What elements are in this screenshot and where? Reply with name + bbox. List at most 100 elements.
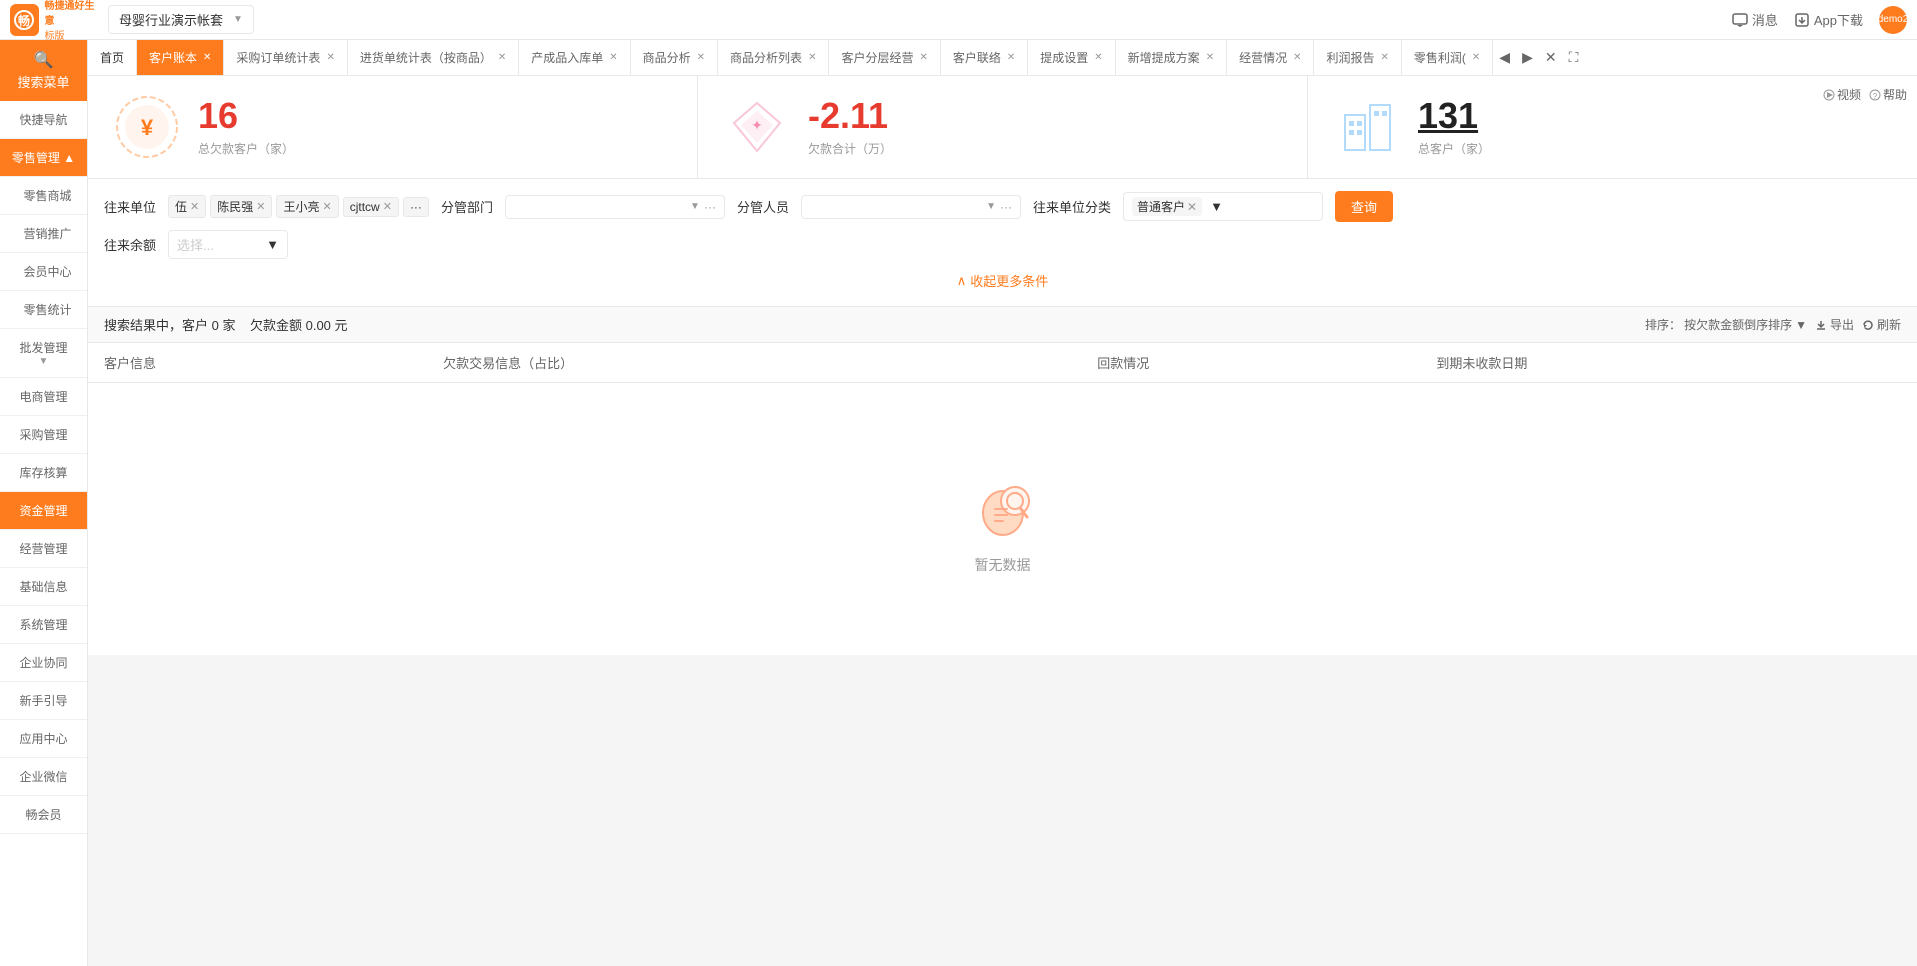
tab-product-analysis[interactable]: 商品分析 ✕ — [631, 40, 718, 76]
main-content: ¥ 16 总欠款客户（家） — [88, 76, 1917, 966]
tab-close-tips-settings[interactable]: ✕ — [1094, 52, 1102, 63]
sidebar-item-operations-mgmt[interactable]: 经营管理 — [0, 530, 87, 568]
query-button[interactable]: 查询 — [1335, 191, 1393, 222]
filter-row-1: 往来单位 伍 ✕ 陈民强 ✕ 王小亮 — [104, 191, 1901, 222]
sidebar-item-app-center[interactable]: 应用中心 — [0, 720, 87, 758]
tab-home[interactable]: 首页 — [88, 40, 137, 76]
filter-unit-tags: 伍 ✕ 陈民强 ✕ 王小亮 ✕ — [168, 195, 429, 218]
remainder-select[interactable]: 选择... ▼ — [168, 230, 288, 259]
unit-class-label: 往来单位分类 — [1033, 197, 1111, 216]
tab-close-operations-status[interactable]: ✕ — [1293, 52, 1301, 63]
message-button[interactable]: 消息 — [1732, 10, 1778, 29]
collapse-button[interactable]: ∧ 收起更多条件 — [104, 267, 1901, 294]
sidebar-item-enterprise-wechat[interactable]: 企业微信 — [0, 758, 87, 796]
sort-control[interactable]: 排序： 按欠款金额倒序排序 ▼ — [1645, 316, 1807, 333]
tab-product-analysis-list[interactable]: 商品分析列表 ✕ — [718, 40, 829, 76]
remove-tag-wang[interactable]: ✕ — [323, 200, 332, 213]
sidebar-search[interactable]: 🔍 搜索菜单 — [0, 40, 87, 101]
sidebar-item-member-center[interactable]: 会员中心 — [0, 253, 87, 291]
col-payment-status: 回款情况 — [1081, 343, 1420, 383]
tab-retail-profit[interactable]: 零售利润( ✕ — [1402, 40, 1493, 76]
tab-profit-report[interactable]: 利润报告 ✕ — [1314, 40, 1401, 76]
tab-product-entry[interactable]: 产成品入库单 ✕ — [519, 40, 630, 76]
sidebar-item-system-mgmt[interactable]: 系统管理 — [0, 606, 87, 644]
person-select-more[interactable]: ··· — [1000, 200, 1012, 214]
sidebar-item-retail-stats[interactable]: 零售统计 — [0, 291, 87, 329]
stat-card-credit-customers: ¥ 16 总欠款客户（家） — [88, 76, 698, 178]
sidebar-item-ecommerce-mgmt[interactable]: 电商管理 — [0, 378, 87, 416]
tab-close-purchase-order-stats[interactable]: ✕ — [326, 52, 334, 63]
tab-close-customer-contacts[interactable]: ✕ — [1007, 52, 1015, 63]
export-button[interactable]: 导出 — [1815, 316, 1854, 333]
person-select[interactable]: ▼ ··· — [801, 195, 1021, 219]
retail-mgmt-arrow: ▲ — [63, 151, 75, 165]
sort-arrow: ▼ — [1795, 318, 1807, 332]
stat-card-actions: 视频 ? 帮助 — [1823, 86, 1907, 103]
sidebar: 🔍 搜索菜单 快捷导航 零售管理 ▲ 零售商城 营销推广 会员中心 零售统计 — [0, 40, 88, 966]
sidebar-item-quick-nav[interactable]: 快捷导航 — [0, 101, 87, 139]
dept-select[interactable]: ▼ ··· — [505, 195, 725, 219]
user-avatar[interactable]: demo2 — [1879, 6, 1907, 34]
tab-purchase-entry-stats[interactable]: 进货单统计表（按商品） ✕ — [348, 40, 519, 76]
app-download-button[interactable]: App下载 — [1794, 10, 1863, 29]
remove-tag-chen[interactable]: ✕ — [256, 200, 265, 213]
tab-close-customer-accounts[interactable]: ✕ — [203, 52, 211, 63]
refresh-button[interactable]: 刷新 — [1862, 316, 1901, 333]
tab-close-product-entry[interactable]: ✕ — [609, 52, 617, 63]
sidebar-item-enterprise-collab[interactable]: 企业协同 — [0, 644, 87, 682]
help-link[interactable]: ? 帮助 — [1869, 86, 1907, 103]
sidebar-item-wholesale-mgmt[interactable]: 批发管理 ▼ — [0, 329, 87, 378]
tab-scroll-right[interactable]: ▶ — [1516, 40, 1539, 76]
tab-close-purchase-entry-stats[interactable]: ✕ — [498, 52, 506, 63]
tab-purchase-order-stats[interactable]: 采购订单统计表 ✕ — [224, 40, 347, 76]
tab-close-product-analysis-list[interactable]: ✕ — [808, 52, 816, 63]
tab-customer-tier[interactable]: 客户分层经营 ✕ — [829, 40, 940, 76]
sidebar-item-purchase-mgmt[interactable]: 采购管理 — [0, 416, 87, 454]
video-link[interactable]: 视频 — [1823, 86, 1861, 103]
sidebar-item-marketing[interactable]: 营销推广 — [0, 215, 87, 253]
content-area: 首页 客户账本 ✕ 采购订单统计表 ✕ 进货单统计表（按商品） ✕ 产成品入库单… — [88, 40, 1917, 966]
unit-class-select[interactable]: 普通客户 ✕ ▼ — [1123, 192, 1323, 221]
tab-close-product-analysis[interactable]: ✕ — [697, 52, 705, 63]
empty-state: 暂无数据 — [88, 383, 1917, 655]
remove-tag-cjttcw[interactable]: ✕ — [383, 200, 392, 213]
tab-close-add-tips-plan[interactable]: ✕ — [1206, 52, 1214, 63]
tab-customer-accounts[interactable]: 客户账本 ✕ — [137, 40, 224, 76]
stat-value-credit-amount: -2.11 — [808, 98, 892, 134]
dept-label: 分管部门 — [441, 197, 493, 216]
tab-add-tips-plan[interactable]: 新增提成方案 ✕ — [1116, 40, 1227, 76]
sidebar-item-inventory-check[interactable]: 库存核算 — [0, 454, 87, 492]
result-bar: 搜索结果中，客户 0 家 欠款金额 0.00 元 排序： 按欠款金额倒序排序 ▼ — [88, 307, 1917, 343]
sidebar-item-new-guide[interactable]: 新手引导 — [0, 682, 87, 720]
empty-icon — [963, 463, 1043, 543]
empty-text: 暂无数据 — [975, 555, 1031, 575]
wholesale-arrow: ▼ — [39, 356, 49, 367]
tab-close-all[interactable]: ✕ — [1539, 40, 1563, 76]
remove-class-tag[interactable]: ✕ — [1187, 200, 1197, 214]
tab-operations-status[interactable]: 经营情况 ✕ — [1227, 40, 1314, 76]
tab-close-profit-report[interactable]: ✕ — [1381, 52, 1389, 63]
tab-close-retail-profit[interactable]: ✕ — [1472, 52, 1480, 63]
stat-icon-building — [1332, 92, 1402, 162]
col-overdue-date: 到期未收款日期 — [1420, 343, 1917, 383]
tab-scroll-left[interactable]: ◀ — [1493, 40, 1516, 76]
sidebar-item-retail-management[interactable]: 零售管理 ▲ — [0, 139, 87, 177]
remove-tag-wu[interactable]: ✕ — [190, 200, 199, 213]
tab-close-customer-tier[interactable]: ✕ — [919, 52, 927, 63]
sidebar-item-finance-mgmt[interactable]: 资金管理 — [0, 492, 87, 530]
stat-card-credit-amount: ✦ -2.11 欠款合计（万） — [698, 76, 1308, 178]
sidebar-item-vip-member[interactable]: 畅会员 — [0, 796, 87, 834]
col-customer-info: 客户信息 — [88, 343, 427, 383]
tab-tips-settings[interactable]: 提成设置 ✕ — [1028, 40, 1115, 76]
sidebar-item-retail-store[interactable]: 零售商城 — [0, 177, 87, 215]
stat-info-credit-customers: 16 总欠款客户（家） — [198, 98, 294, 157]
collapse-icon: ∧ — [957, 273, 967, 289]
more-unit-tags[interactable]: ··· — [403, 197, 429, 217]
stat-label-credit-amount: 欠款合计（万） — [808, 140, 892, 157]
dept-select-more[interactable]: ··· — [704, 200, 716, 214]
tab-customer-contacts[interactable]: 客户联络 ✕ — [941, 40, 1028, 76]
class-tag-normal: 普通客户 ✕ — [1132, 197, 1202, 216]
sidebar-item-basic-info[interactable]: 基础信息 — [0, 568, 87, 606]
tab-fullscreen[interactable]: ⛶ — [1563, 40, 1585, 76]
enterprise-selector[interactable]: 母婴行业演示帐套 ▼ — [108, 5, 254, 34]
